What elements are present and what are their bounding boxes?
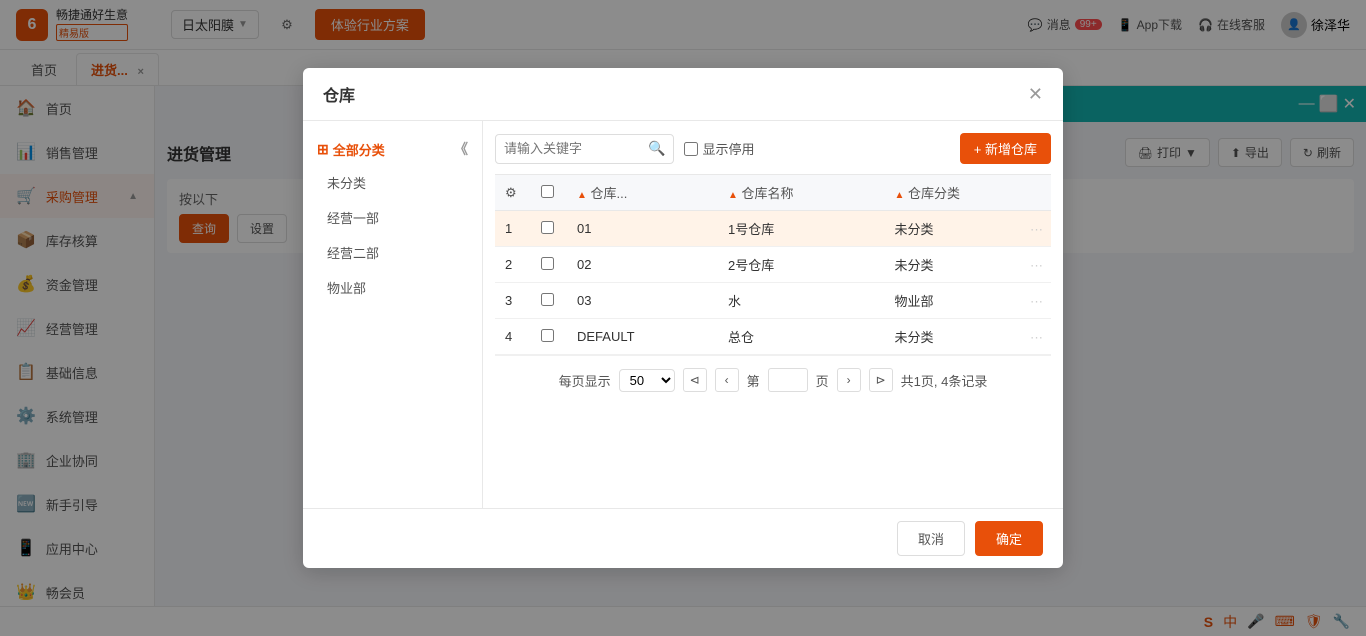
row-number: 4 bbox=[495, 319, 531, 355]
confirm-button[interactable]: 确定 bbox=[975, 521, 1043, 556]
row-number: 3 bbox=[495, 283, 531, 319]
warehouse-code: 03 bbox=[567, 283, 718, 319]
sort-icon: ▲ bbox=[577, 190, 587, 201]
row-checkbox[interactable] bbox=[541, 257, 554, 270]
warehouse-category: 未分类 ··· bbox=[884, 211, 1051, 247]
row-more-icon[interactable]: ··· bbox=[1030, 257, 1043, 272]
collapse-icon[interactable]: 《 bbox=[454, 139, 468, 159]
add-warehouse-button[interactable]: + 新增仓库 bbox=[960, 133, 1051, 164]
col-checkbox-header[interactable] bbox=[531, 175, 567, 211]
row-checkbox[interactable] bbox=[541, 221, 554, 234]
table-header-row: ⚙ ▲ 仓库... ▲ 仓库名称 bbox=[495, 175, 1051, 211]
table-row[interactable]: 4 DEFAULT 总仓 未分类 ··· bbox=[495, 319, 1051, 355]
search-icon[interactable]: 🔍 bbox=[648, 140, 665, 157]
row-checkbox-cell[interactable] bbox=[531, 211, 567, 247]
last-page-button[interactable]: ⊳ bbox=[869, 368, 893, 392]
warehouse-name: 水 bbox=[718, 283, 885, 319]
category-item-property[interactable]: 物业部 bbox=[303, 270, 482, 305]
modal-header: 仓库 ✕ bbox=[303, 68, 1063, 121]
warehouse-code: 02 bbox=[567, 247, 718, 283]
warehouse-table: ⚙ ▲ 仓库... ▲ 仓库名称 bbox=[495, 174, 1051, 355]
row-checkbox-cell[interactable] bbox=[531, 283, 567, 319]
category-item-unclassified[interactable]: 未分类 bbox=[303, 165, 482, 200]
row-number: 2 bbox=[495, 247, 531, 283]
category-item-dept2[interactable]: 经营二部 bbox=[303, 235, 482, 270]
warehouse-code: DEFAULT bbox=[567, 319, 718, 355]
row-more-icon[interactable]: ··· bbox=[1030, 329, 1043, 344]
table-row[interactable]: 1 01 1号仓库 未分类 ··· bbox=[495, 211, 1051, 247]
col-settings: ⚙ bbox=[495, 175, 531, 211]
page-number-input[interactable]: 1 bbox=[768, 368, 808, 392]
first-page-button[interactable]: ⊲ bbox=[683, 368, 707, 392]
pagination-bar: 每页显示 50 20 100 ⊲ ‹ 第 1 页 › ⊳ 共1页, 4条记录 bbox=[495, 355, 1051, 404]
search-input[interactable] bbox=[504, 141, 644, 156]
warehouse-name: 总仓 bbox=[718, 319, 885, 355]
warehouse-modal: 仓库 ✕ ⊞ 全部分类 《 未分类 经营一部 bbox=[303, 68, 1063, 568]
modal-title: 仓库 bbox=[323, 82, 355, 106]
sort-icon-cat: ▲ bbox=[894, 190, 904, 201]
sort-icon-name: ▲ bbox=[728, 190, 738, 201]
col-name: ▲ 仓库名称 bbox=[718, 175, 885, 211]
show-disabled-label[interactable]: 显示停用 bbox=[684, 139, 754, 158]
page-suffix: 页 bbox=[816, 371, 829, 390]
row-checkbox[interactable] bbox=[541, 293, 554, 306]
warehouse-name: 1号仓库 bbox=[718, 211, 885, 247]
next-page-button[interactable]: › bbox=[837, 368, 861, 392]
all-categories-label: 全部分类 bbox=[333, 140, 385, 159]
modal-footer: 取消 确定 bbox=[303, 508, 1063, 568]
warehouse-category: 未分类 ··· bbox=[884, 319, 1051, 355]
modal-overlay: 仓库 ✕ ⊞ 全部分类 《 未分类 经营一部 bbox=[0, 0, 1366, 636]
table-row[interactable]: 2 02 2号仓库 未分类 ··· bbox=[495, 247, 1051, 283]
table-toolbar: 🔍 显示停用 + 新增仓库 bbox=[495, 133, 1051, 164]
row-number: 1 bbox=[495, 211, 531, 247]
col-category: ▲ 仓库分类 bbox=[884, 175, 1051, 211]
search-box: 🔍 bbox=[495, 134, 674, 164]
cancel-button[interactable]: 取消 bbox=[897, 521, 965, 556]
settings-col-icon: ⚙ bbox=[505, 185, 517, 200]
show-disabled-checkbox[interactable] bbox=[684, 142, 698, 156]
row-checkbox-cell[interactable] bbox=[531, 319, 567, 355]
warehouse-category: 未分类 ··· bbox=[884, 247, 1051, 283]
grid-icon: ⊞ bbox=[317, 141, 329, 158]
warehouse-name: 2号仓库 bbox=[718, 247, 885, 283]
per-page-label: 每页显示 bbox=[559, 371, 611, 390]
warehouse-category: 物业部 ··· bbox=[884, 283, 1051, 319]
all-categories-item[interactable]: ⊞ 全部分类 《 bbox=[303, 133, 482, 165]
row-more-icon[interactable]: ··· bbox=[1030, 221, 1043, 236]
table-row[interactable]: 3 03 水 物业部 ··· bbox=[495, 283, 1051, 319]
total-info: 共1页, 4条记录 bbox=[901, 371, 988, 390]
prev-page-button[interactable]: ‹ bbox=[715, 368, 739, 392]
select-all-checkbox[interactable] bbox=[541, 185, 554, 198]
per-page-select[interactable]: 50 20 100 bbox=[619, 369, 675, 392]
modal-body: ⊞ 全部分类 《 未分类 经营一部 经营二部 物业部 bbox=[303, 121, 1063, 508]
row-more-icon[interactable]: ··· bbox=[1030, 293, 1043, 308]
col-code: ▲ 仓库... bbox=[567, 175, 718, 211]
category-item-dept1[interactable]: 经营一部 bbox=[303, 200, 482, 235]
row-checkbox[interactable] bbox=[541, 329, 554, 342]
page-prefix: 第 bbox=[747, 371, 760, 390]
category-panel: ⊞ 全部分类 《 未分类 经营一部 经营二部 物业部 bbox=[303, 121, 483, 508]
table-panel: 🔍 显示停用 + 新增仓库 ⚙ bbox=[483, 121, 1063, 508]
warehouse-code: 01 bbox=[567, 211, 718, 247]
row-checkbox-cell[interactable] bbox=[531, 247, 567, 283]
close-button[interactable]: ✕ bbox=[1028, 84, 1043, 105]
